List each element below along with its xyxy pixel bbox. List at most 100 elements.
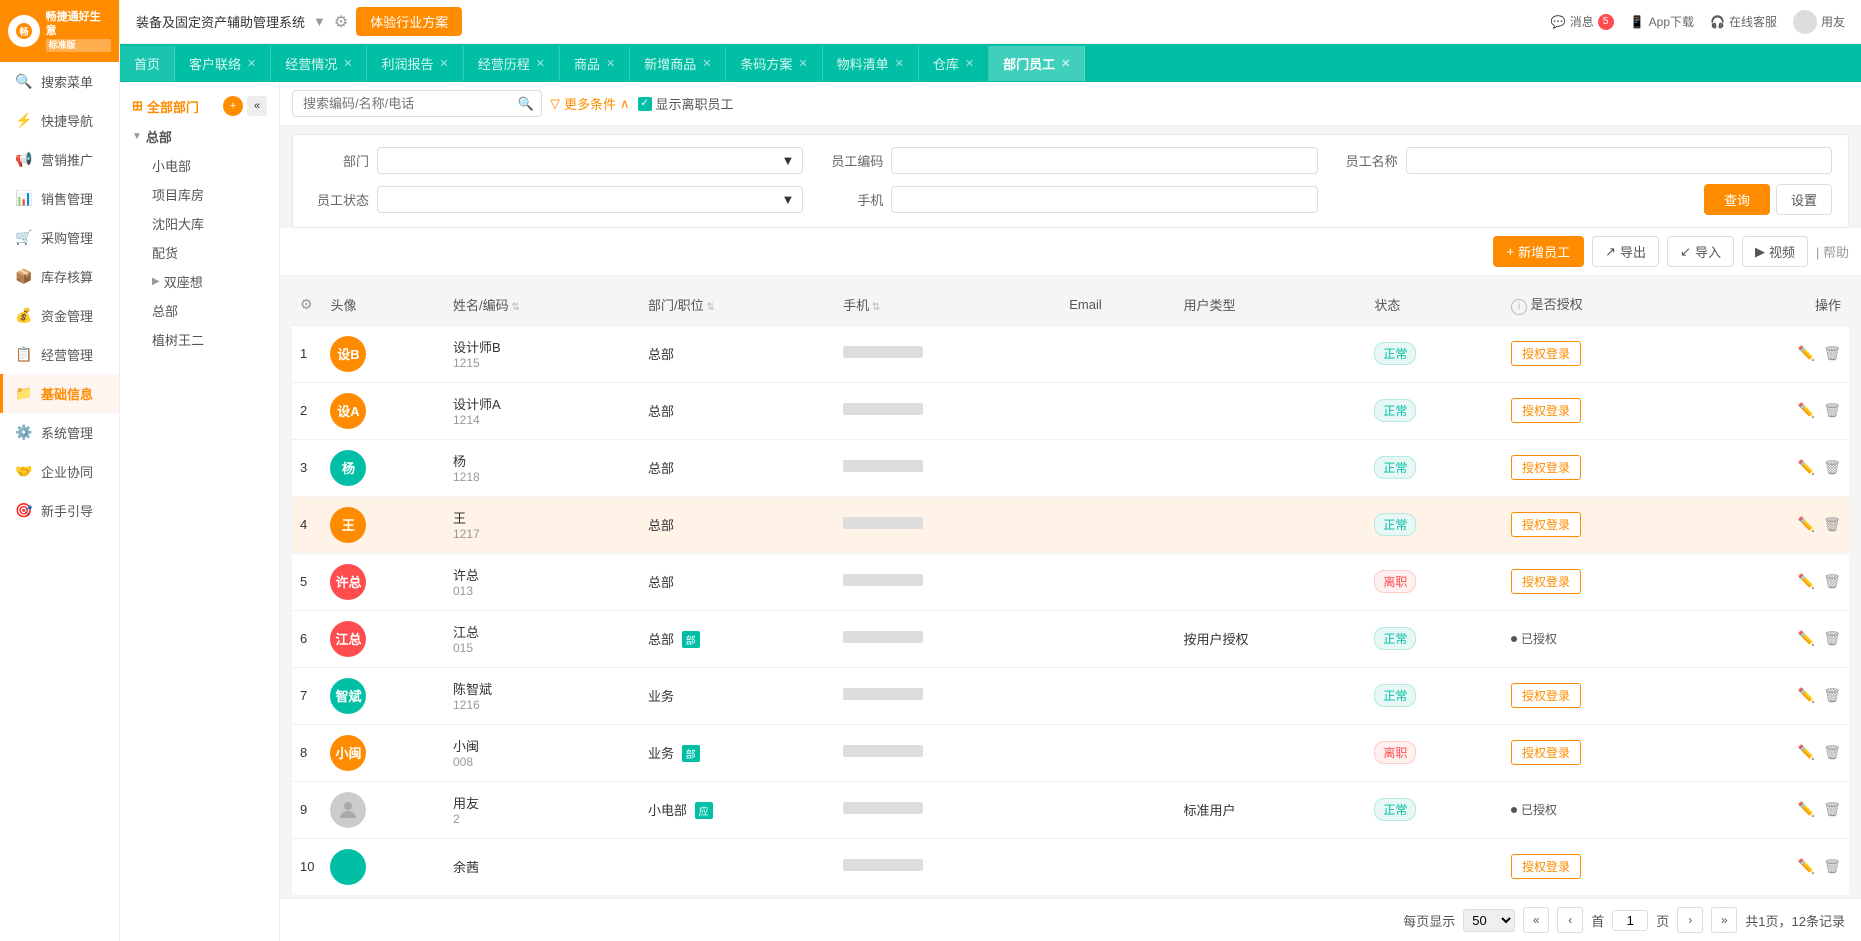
show-departed-checkbox[interactable]: ✓ [638, 97, 652, 111]
auth-btn[interactable]: 授权登录 [1511, 854, 1581, 879]
tab-add-goods-close[interactable]: ✕ [702, 57, 711, 70]
tab-home[interactable]: 首页 [120, 46, 175, 81]
edit-icon[interactable]: ✏️ [1798, 687, 1815, 704]
tab-employee-close[interactable]: ✕ [1061, 57, 1070, 70]
experience-btn[interactable]: 体验行业方案 [356, 7, 462, 36]
col-settings-icon[interactable]: ⚙ [300, 296, 313, 312]
auth-btn[interactable]: 授权登录 [1511, 341, 1581, 366]
auth-btn[interactable]: 授权登录 [1511, 740, 1581, 765]
last-page-btn[interactable]: » [1711, 907, 1737, 933]
filter-status-select[interactable]: ▼ [377, 186, 803, 213]
per-page-select[interactable]: 50 100 [1463, 909, 1515, 932]
delete-icon[interactable]: 🗑 [1823, 459, 1841, 476]
col-phone[interactable]: 手机 [835, 284, 1061, 325]
dept-collapse-btn[interactable]: « [247, 96, 267, 116]
add-employee-btn[interactable]: + 新增员工 [1493, 236, 1585, 267]
edit-icon[interactable]: ✏️ [1798, 573, 1815, 590]
delete-icon[interactable]: 🗑 [1823, 744, 1841, 761]
sidebar-item-guide[interactable]: 🎯 新手引导 [0, 491, 119, 530]
col-name-code[interactable]: 姓名/编码 [445, 284, 640, 325]
filter-code-input[interactable] [891, 147, 1317, 174]
sidebar-item-search[interactable]: 🔍 搜索菜单 [0, 62, 119, 101]
delete-icon[interactable]: 🗑 [1823, 345, 1841, 362]
edit-icon[interactable]: ✏️ [1798, 402, 1815, 419]
filter-phone-input[interactable] [891, 186, 1317, 213]
tab-bom-close[interactable]: ✕ [895, 57, 904, 70]
query-btn[interactable]: 查询 [1704, 184, 1770, 215]
sidebar-item-collab[interactable]: 🤝 企业协同 [0, 452, 119, 491]
tab-barcode[interactable]: 条码方案 ✕ [726, 46, 822, 81]
page-input[interactable] [1612, 910, 1648, 931]
dept-item-twin[interactable]: ▶ 双座想 [132, 267, 279, 296]
tab-customer[interactable]: 客户联络 ✕ [175, 46, 271, 81]
settings-icon[interactable]: ⚙ [334, 12, 348, 32]
info-icon[interactable]: i [1511, 299, 1527, 315]
dept-item-headquarters[interactable]: ▼ 总部 [120, 122, 279, 151]
tab-warehouse-close[interactable]: ✕ [965, 57, 974, 70]
auth-btn[interactable]: 授权登录 [1511, 455, 1581, 480]
sidebar-item-sales[interactable]: 📊 销售管理 [0, 179, 119, 218]
auth-btn[interactable]: 授权登录 [1511, 569, 1581, 594]
sidebar-item-system[interactable]: ⚙️ 系统管理 [0, 413, 119, 452]
sidebar-item-marketing[interactable]: 📢 营销推广 [0, 140, 119, 179]
sidebar-item-operations[interactable]: 📋 经营管理 [0, 335, 119, 374]
sidebar-item-nav[interactable]: ⚡ 快捷导航 [0, 101, 119, 140]
more-filter-btn[interactable]: ▽ 更多条件 ∧ [550, 94, 630, 113]
sidebar-item-finance[interactable]: 💰 资金管理 [0, 296, 119, 335]
auth-btn[interactable]: 授权登录 [1511, 512, 1581, 537]
tab-situation-close[interactable]: ✕ [343, 57, 352, 70]
delete-icon[interactable]: 🗑 [1823, 516, 1841, 533]
next-page-btn[interactable]: › [1677, 907, 1703, 933]
tab-situation[interactable]: 经营情况 ✕ [271, 46, 367, 81]
message-btn[interactable]: 💬 消息 5 [1551, 13, 1614, 30]
sidebar-item-basic-info[interactable]: 📁 基础信息 [0, 374, 119, 413]
edit-icon[interactable]: ✏️ [1798, 516, 1815, 533]
edit-icon[interactable]: ✏️ [1798, 630, 1815, 647]
edit-icon[interactable]: ✏️ [1798, 459, 1815, 476]
dept-add-btn[interactable]: + [223, 96, 243, 116]
sidebar-item-inventory[interactable]: 📦 库存核算 [0, 257, 119, 296]
tab-customer-close[interactable]: ✕ [247, 57, 256, 70]
dept-item-distribution[interactable]: 配货 [132, 238, 279, 267]
help-btn[interactable]: | 帮助 [1816, 242, 1849, 261]
search-input[interactable] [292, 90, 542, 117]
tab-bom[interactable]: 物料清单 ✕ [823, 46, 919, 81]
export-btn[interactable]: ↗ 导出 [1592, 236, 1659, 267]
delete-icon[interactable]: 🗑 [1823, 630, 1841, 647]
tab-goods-close[interactable]: ✕ [606, 57, 615, 70]
sidebar-item-purchase[interactable]: 🛒 采购管理 [0, 218, 119, 257]
auth-btn[interactable]: 授权登录 [1511, 683, 1581, 708]
dept-item-shenyang[interactable]: 沈阳大库 [132, 209, 279, 238]
import-btn[interactable]: ↙ 导入 [1667, 236, 1734, 267]
auth-btn[interactable]: 授权登录 [1511, 398, 1581, 423]
tab-add-goods[interactable]: 新增商品 ✕ [630, 46, 726, 81]
tab-history-close[interactable]: ✕ [536, 57, 545, 70]
user-menu-btn[interactable]: 用友 [1793, 10, 1845, 34]
edit-icon[interactable]: ✏️ [1798, 801, 1815, 818]
filter-name-input[interactable] [1406, 147, 1832, 174]
tab-history[interactable]: 经营历程 ✕ [464, 46, 560, 81]
delete-icon[interactable]: 🗑 [1823, 801, 1841, 818]
tab-goods[interactable]: 商品 ✕ [560, 46, 630, 81]
dept-item-project[interactable]: 项目库房 [132, 180, 279, 209]
delete-icon[interactable]: 🗑 [1823, 687, 1841, 704]
col-dept-position[interactable]: 部门/职位 [640, 284, 835, 325]
online-service-btn[interactable]: 🎧 在线客服 [1710, 13, 1777, 30]
dept-item-small-elec[interactable]: 小电部 [132, 151, 279, 180]
edit-icon[interactable]: ✏️ [1798, 744, 1815, 761]
search-icon[interactable]: 🔍 [518, 96, 534, 112]
tab-barcode-close[interactable]: ✕ [798, 57, 807, 70]
tab-profit[interactable]: 利润报告 ✕ [367, 46, 463, 81]
dept-item-planting[interactable]: 植树王二 [132, 325, 279, 354]
edit-icon[interactable]: ✏️ [1798, 345, 1815, 362]
tab-profit-close[interactable]: ✕ [440, 57, 449, 70]
view-btn[interactable]: ▶ 视频 [1742, 236, 1808, 267]
dept-item-hq[interactable]: 总部 [132, 296, 279, 325]
reset-btn[interactable]: 设置 [1776, 184, 1832, 215]
prev-page-btn[interactable]: ‹ [1557, 907, 1583, 933]
system-title-dropdown-icon[interactable]: ▼ [313, 14, 326, 29]
filter-dept-select[interactable]: ▼ [377, 147, 803, 174]
delete-icon[interactable]: 🗑 [1823, 573, 1841, 590]
delete-icon[interactable]: 🗑 [1823, 858, 1841, 875]
app-download-btn[interactable]: 📱 App下载 [1630, 13, 1694, 30]
